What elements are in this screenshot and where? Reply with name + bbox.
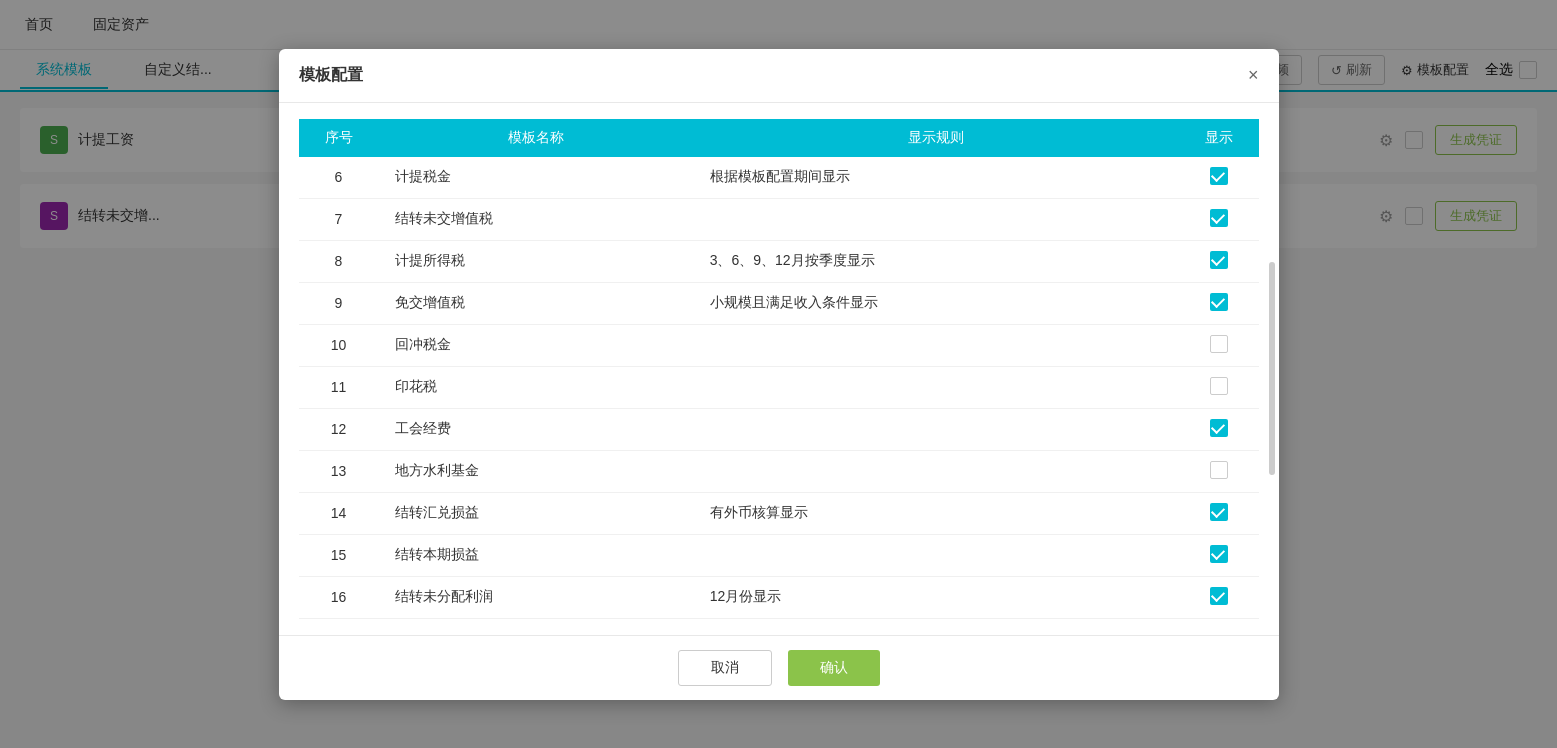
cell-name: 结转未交增值税	[379, 198, 694, 240]
checkbox-row-7[interactable]	[1210, 461, 1228, 479]
cell-id: 12	[299, 408, 379, 450]
checkbox-row-5[interactable]	[1210, 377, 1228, 395]
cell-rule	[694, 198, 1179, 240]
config-table: 序号 模板名称 显示规则 显示 6计提税金根据模板配置期间显示7结转未交增值税8…	[299, 119, 1259, 619]
dialog-header: 模板配置 ×	[279, 49, 1279, 103]
table-row: 16结转未分配利润12月份显示	[299, 576, 1259, 618]
checkbox-row-4[interactable]	[1210, 335, 1228, 353]
cell-rule: 根据模板配置期间显示	[694, 157, 1179, 199]
dialog-close-btn[interactable]: ×	[1248, 66, 1259, 84]
col-header-id: 序号	[299, 119, 379, 157]
table-row: 11印花税	[299, 366, 1259, 408]
cell-name: 工会经费	[379, 408, 694, 450]
cell-checkbox	[1179, 282, 1259, 324]
checkbox-row-1[interactable]	[1210, 209, 1228, 227]
table-row: 12工会经费	[299, 408, 1259, 450]
table-row: 9免交增值税小规模且满足收入条件显示	[299, 282, 1259, 324]
table-row: 6计提税金根据模板配置期间显示	[299, 157, 1259, 199]
checkbox-row-6[interactable]	[1210, 419, 1228, 437]
cell-id: 16	[299, 576, 379, 618]
cell-checkbox	[1179, 324, 1259, 366]
checkbox-row-3[interactable]	[1210, 293, 1228, 311]
col-header-show: 显示	[1179, 119, 1259, 157]
table-row: 14结转汇兑损益有外币核算显示	[299, 492, 1259, 534]
cell-name: 回冲税金	[379, 324, 694, 366]
cell-id: 11	[299, 366, 379, 408]
cell-checkbox	[1179, 576, 1259, 618]
cell-id: 9	[299, 282, 379, 324]
cell-rule: 有外币核算显示	[694, 492, 1179, 534]
cell-rule: 12月份显示	[694, 576, 1179, 618]
cell-rule: 小规模且满足收入条件显示	[694, 282, 1179, 324]
modal-overlay: 模板配置 × 序号 模板名称 显示规则 显示 6计提税金根据模板配置期间显示7结…	[0, 0, 1557, 748]
dialog-footer: 取消 确认	[279, 635, 1279, 700]
cell-id: 7	[299, 198, 379, 240]
cell-checkbox	[1179, 450, 1259, 492]
cell-checkbox	[1179, 157, 1259, 199]
cell-checkbox	[1179, 198, 1259, 240]
scroll-indicator	[1269, 262, 1275, 475]
cell-name: 结转本期损益	[379, 534, 694, 576]
dialog-title: 模板配置	[299, 65, 363, 86]
cell-rule	[694, 324, 1179, 366]
table-row: 8计提所得税3、6、9、12月按季度显示	[299, 240, 1259, 282]
cancel-btn[interactable]: 取消	[678, 650, 772, 686]
cell-name: 计提所得税	[379, 240, 694, 282]
cell-checkbox	[1179, 534, 1259, 576]
cell-name: 免交增值税	[379, 282, 694, 324]
table-header-row: 序号 模板名称 显示规则 显示	[299, 119, 1259, 157]
col-header-name: 模板名称	[379, 119, 694, 157]
cell-checkbox	[1179, 408, 1259, 450]
table-row: 13地方水利基金	[299, 450, 1259, 492]
cell-id: 6	[299, 157, 379, 199]
cell-name: 结转未分配利润	[379, 576, 694, 618]
cell-checkbox	[1179, 240, 1259, 282]
cell-rule	[694, 408, 1179, 450]
table-row: 7结转未交增值税	[299, 198, 1259, 240]
cell-id: 8	[299, 240, 379, 282]
cell-name: 印花税	[379, 366, 694, 408]
cell-id: 10	[299, 324, 379, 366]
checkbox-row-9[interactable]	[1210, 545, 1228, 563]
cell-checkbox	[1179, 492, 1259, 534]
cell-name: 结转汇兑损益	[379, 492, 694, 534]
dialog-template-config: 模板配置 × 序号 模板名称 显示规则 显示 6计提税金根据模板配置期间显示7结…	[279, 49, 1279, 700]
dialog-body: 序号 模板名称 显示规则 显示 6计提税金根据模板配置期间显示7结转未交增值税8…	[279, 103, 1279, 635]
cell-name: 地方水利基金	[379, 450, 694, 492]
checkbox-row-2[interactable]	[1210, 251, 1228, 269]
cell-rule	[694, 534, 1179, 576]
confirm-btn[interactable]: 确认	[788, 650, 880, 686]
cell-id: 13	[299, 450, 379, 492]
cell-rule	[694, 366, 1179, 408]
cell-name: 计提税金	[379, 157, 694, 199]
col-header-rule: 显示规则	[694, 119, 1179, 157]
checkbox-row-8[interactable]	[1210, 503, 1228, 521]
cell-rule	[694, 450, 1179, 492]
table-row: 10回冲税金	[299, 324, 1259, 366]
cell-id: 15	[299, 534, 379, 576]
cell-id: 14	[299, 492, 379, 534]
cell-rule: 3、6、9、12月按季度显示	[694, 240, 1179, 282]
checkbox-row-0[interactable]	[1210, 167, 1228, 185]
cell-checkbox	[1179, 366, 1259, 408]
checkbox-row-10[interactable]	[1210, 587, 1228, 605]
table-row: 15结转本期损益	[299, 534, 1259, 576]
